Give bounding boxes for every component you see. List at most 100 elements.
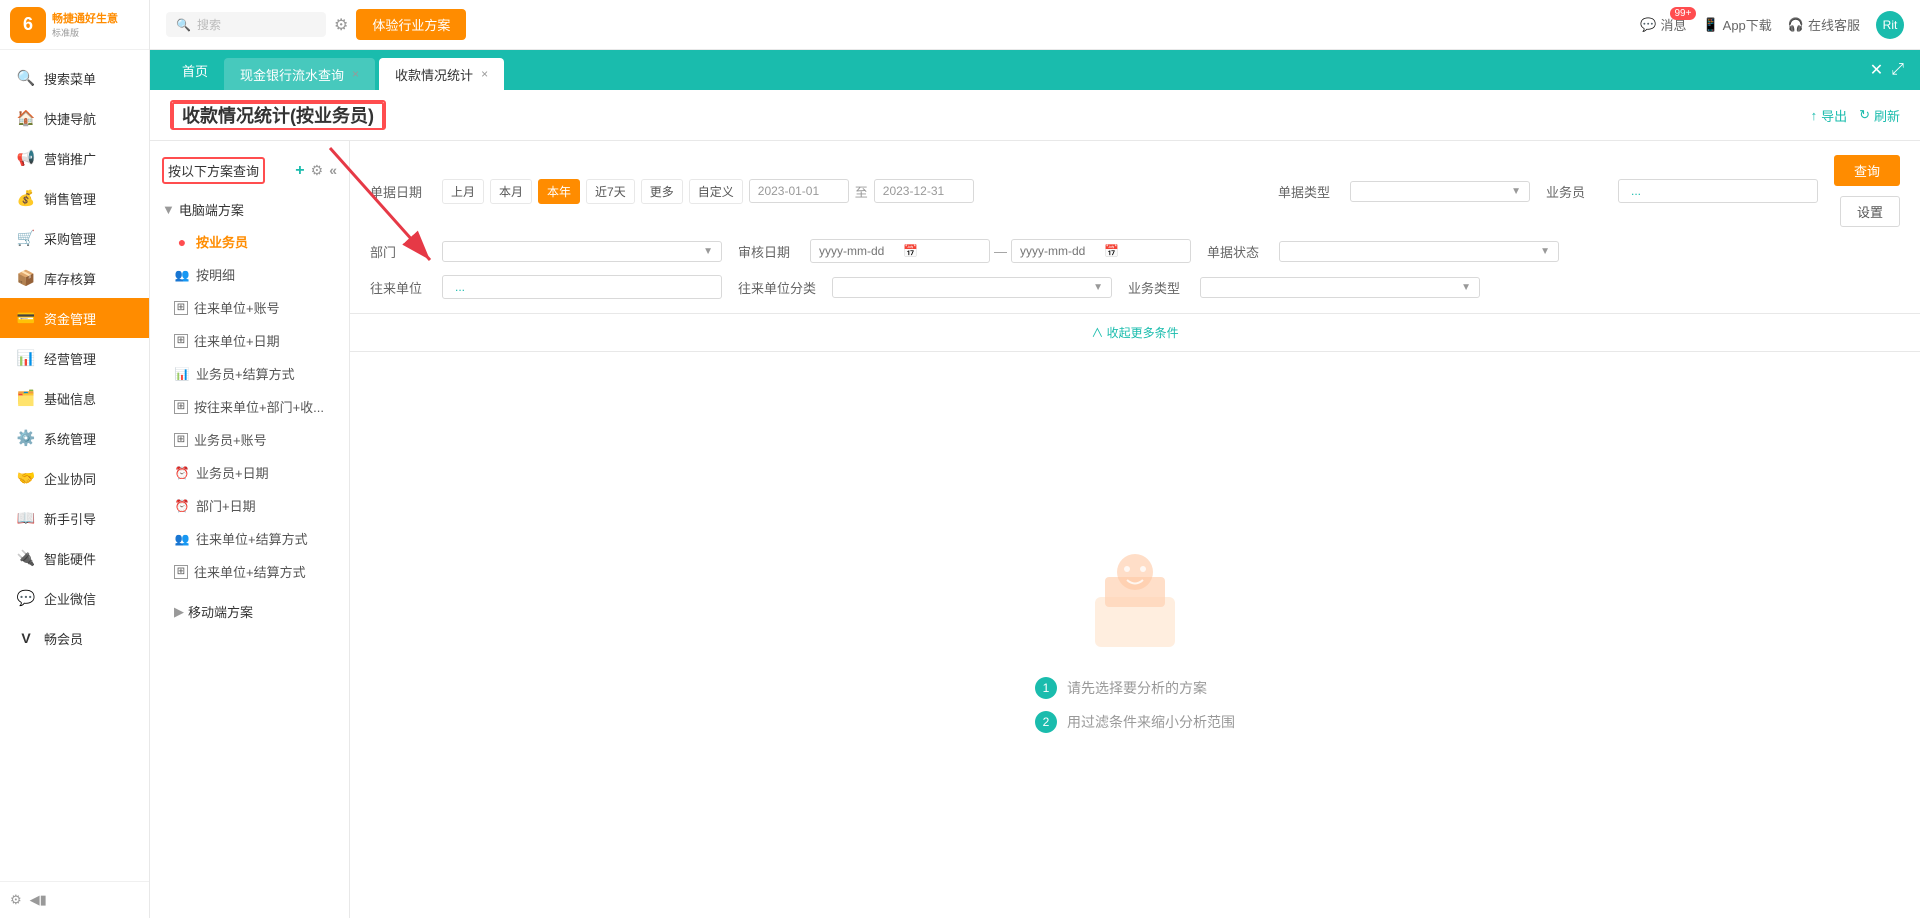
audit-date-to-input[interactable] (1020, 244, 1100, 258)
sidebar-item-finance[interactable]: 💳 资金管理 (0, 298, 149, 338)
app-download[interactable]: 📱 App下载 (1702, 15, 1771, 34)
audit-from-calendar-icon[interactable]: 📅 (903, 244, 918, 258)
unit-method2-icon: ⊞ (174, 565, 188, 579)
sidebar-item-hardware[interactable]: 🔌 智能硬件 (0, 538, 149, 578)
sidebar-item-search[interactable]: 🔍 搜索菜单 (0, 58, 149, 98)
sidebar-item-marketing[interactable]: 📢 营销推广 (0, 138, 149, 178)
sidebar-item-system[interactable]: ⚙️ 系统管理 (0, 418, 149, 458)
sidebar-item-wechat[interactable]: 💬 企业微信 (0, 578, 149, 618)
dept-chevron: ▼ (703, 246, 713, 257)
sidebar-item-purchase[interactable]: 🛒 采购管理 (0, 218, 149, 258)
query-area: 单据日期 上月 本月 本年 近7天 更多 自定义 至 单据类型 (350, 141, 1920, 918)
headset-icon: 🎧 (1788, 17, 1804, 33)
filter-item-unit-method[interactable]: 👥 往来单位+结算方式 (150, 522, 349, 555)
export-button[interactable]: ↑ 导出 (1811, 106, 1848, 125)
sidebar-label-wechat: 企业微信 (44, 589, 96, 608)
tab-bank-flow-close[interactable]: × (352, 67, 359, 81)
desktop-group-title[interactable]: ▼ 电脑端方案 (150, 194, 349, 225)
salesperson-date-icon: ⏰ (174, 465, 190, 481)
tab-receipt-stats-close[interactable]: × (481, 67, 488, 81)
hardware-icon: 🔌 (16, 548, 36, 568)
empty-step-2: 2 用过滤条件来缩小分析范围 (1035, 711, 1235, 733)
date-btn-custom[interactable]: 自定义 (689, 179, 743, 204)
counterpart-type-select[interactable]: ▼ (832, 277, 1112, 298)
filter-item-detail-label: 按明细 (196, 265, 235, 284)
collapse-sidebar-icon[interactable]: ◀▮ (30, 892, 47, 908)
header-search-bar[interactable]: 🔍 搜索 (166, 12, 326, 37)
maximize-window-icon[interactable]: ⤢ (1891, 61, 1904, 79)
sidebar-item-inventory[interactable]: 📦 库存核算 (0, 258, 149, 298)
refresh-button[interactable]: ↻ 刷新 (1859, 106, 1900, 125)
filter-item-unit-method2[interactable]: ⊞ 往来单位+结算方式 (150, 555, 349, 588)
audit-date-from[interactable]: 📅 (810, 239, 990, 263)
date-btn-this-month[interactable]: 本月 (490, 179, 532, 204)
mobile-group-title[interactable]: ▶ 移动端方案 (150, 596, 349, 627)
audit-date-from-input[interactable] (819, 244, 899, 258)
dept-select[interactable]: ▼ (442, 241, 722, 262)
date-btn-7days[interactable]: 近7天 (586, 179, 635, 204)
sidebar-item-sales[interactable]: 💰 销售管理 (0, 178, 149, 218)
salesperson-input[interactable]: ... (1618, 179, 1818, 203)
filter-settings-icon[interactable]: ⚙ (311, 162, 324, 180)
top-header: 🔍 搜索 ⚙ 体验行业方案 💬 消息 99+ 📱 App下载 🎧 在线客服 Ri… (150, 0, 1920, 50)
doc-type-select[interactable]: ▼ (1350, 181, 1530, 202)
doc-status-select[interactable]: ▼ (1279, 241, 1559, 262)
finance-icon: 💳 (16, 308, 36, 328)
sidebar-item-enterprise[interactable]: 🤝 企业协同 (0, 458, 149, 498)
refresh-icon: ↻ (1859, 107, 1870, 123)
filter-item-salesperson-method[interactable]: 📊 业务员+结算方式 (150, 357, 349, 390)
date-to-input[interactable] (874, 179, 974, 203)
sidebar-item-quick-nav[interactable]: 🏠 快捷导航 (0, 98, 149, 138)
filter-item-by-detail[interactable]: 👥 按明细 (150, 258, 349, 291)
date-btn-last-month[interactable]: 上月 (442, 179, 484, 204)
query-button[interactable]: 查询 (1834, 155, 1900, 186)
page-title-bar: 收款情况统计(按业务员) ↑ 导出 ↻ 刷新 (150, 90, 1920, 141)
sidebar-item-operation[interactable]: 📊 经营管理 (0, 338, 149, 378)
page-content: 收款情况统计(按业务员) ↑ 导出 ↻ 刷新 按以下方案查询 (150, 90, 1920, 918)
user-info[interactable]: Rit (1876, 11, 1904, 39)
sidebar-item-basic[interactable]: 🗂️ 基础信息 (0, 378, 149, 418)
salesperson-more-btn[interactable]: ... (1631, 184, 1641, 198)
filter-item-dept-date[interactable]: ⏰ 部门+日期 (150, 489, 349, 522)
search-icon: 🔍 (16, 68, 36, 88)
wechat-icon: 💬 (16, 588, 36, 608)
audit-to-calendar-icon[interactable]: 📅 (1104, 244, 1119, 258)
tab-home[interactable]: 首页 (166, 50, 224, 90)
settings-button[interactable]: 设置 (1840, 196, 1900, 227)
filter-item-unit-dept-receipt[interactable]: ⊞ 按往来单位+部门+收... (150, 390, 349, 423)
close-window-icon[interactable]: ✕ (1870, 60, 1883, 80)
tab-bank-flow[interactable]: 现金银行流水查询 × (224, 58, 375, 90)
message-area[interactable]: 💬 消息 99+ (1640, 15, 1686, 34)
settings-bottom-icon[interactable]: ⚙ (10, 892, 22, 908)
biz-type-select[interactable]: ▼ (1200, 277, 1480, 298)
counterpart-more-btn[interactable]: ... (455, 280, 465, 294)
filter-item-unit-date[interactable]: ⊞ 往来单位+日期 (150, 324, 349, 357)
filter-item-salesperson-date-label: 业务员+日期 (196, 463, 269, 482)
audit-date-to[interactable]: 📅 (1011, 239, 1191, 263)
phone-icon: 📱 (1702, 17, 1718, 33)
logo-icon: 6 (10, 7, 46, 43)
mobile-group: ▶ 移动端方案 (150, 592, 349, 631)
header-right: 💬 消息 99+ 📱 App下载 🎧 在线客服 Rit (1640, 11, 1904, 39)
date-btn-this-year[interactable]: 本年 (538, 179, 580, 204)
tab-receipt-stats[interactable]: 收款情况统计 × (379, 58, 504, 90)
trial-button[interactable]: 体验行业方案 (356, 9, 466, 40)
add-filter-icon[interactable]: + (295, 162, 304, 180)
step-2-text: 用过滤条件来缩小分析范围 (1067, 712, 1235, 732)
gear-icon[interactable]: ⚙ (334, 15, 348, 35)
sidebar-item-member[interactable]: V 畅会员 (0, 618, 149, 658)
date-btn-more[interactable]: 更多 (641, 179, 683, 204)
filter-item-by-salesperson[interactable]: ● 按业务员 (150, 225, 349, 258)
collapse-filter-icon[interactable]: « (329, 162, 337, 180)
online-service[interactable]: 🎧 在线客服 (1788, 15, 1860, 34)
sidebar-item-guide[interactable]: 📖 新手引导 (0, 498, 149, 538)
unit-dept-icon: ⊞ (174, 400, 188, 414)
search-header-icon: 🔍 (176, 18, 191, 32)
counterpart-input[interactable]: ... (442, 275, 722, 299)
date-from-input[interactable] (749, 179, 849, 203)
filter-item-salesperson-date[interactable]: ⏰ 业务员+日期 (150, 456, 349, 489)
step-2-number: 2 (1035, 711, 1057, 733)
filter-item-salesperson-account[interactable]: ⊞ 业务员+账号 (150, 423, 349, 456)
collapse-bar[interactable]: ∧ 收起更多条件 (350, 314, 1920, 352)
filter-item-unit-account[interactable]: ⊞ 往来单位+账号 (150, 291, 349, 324)
